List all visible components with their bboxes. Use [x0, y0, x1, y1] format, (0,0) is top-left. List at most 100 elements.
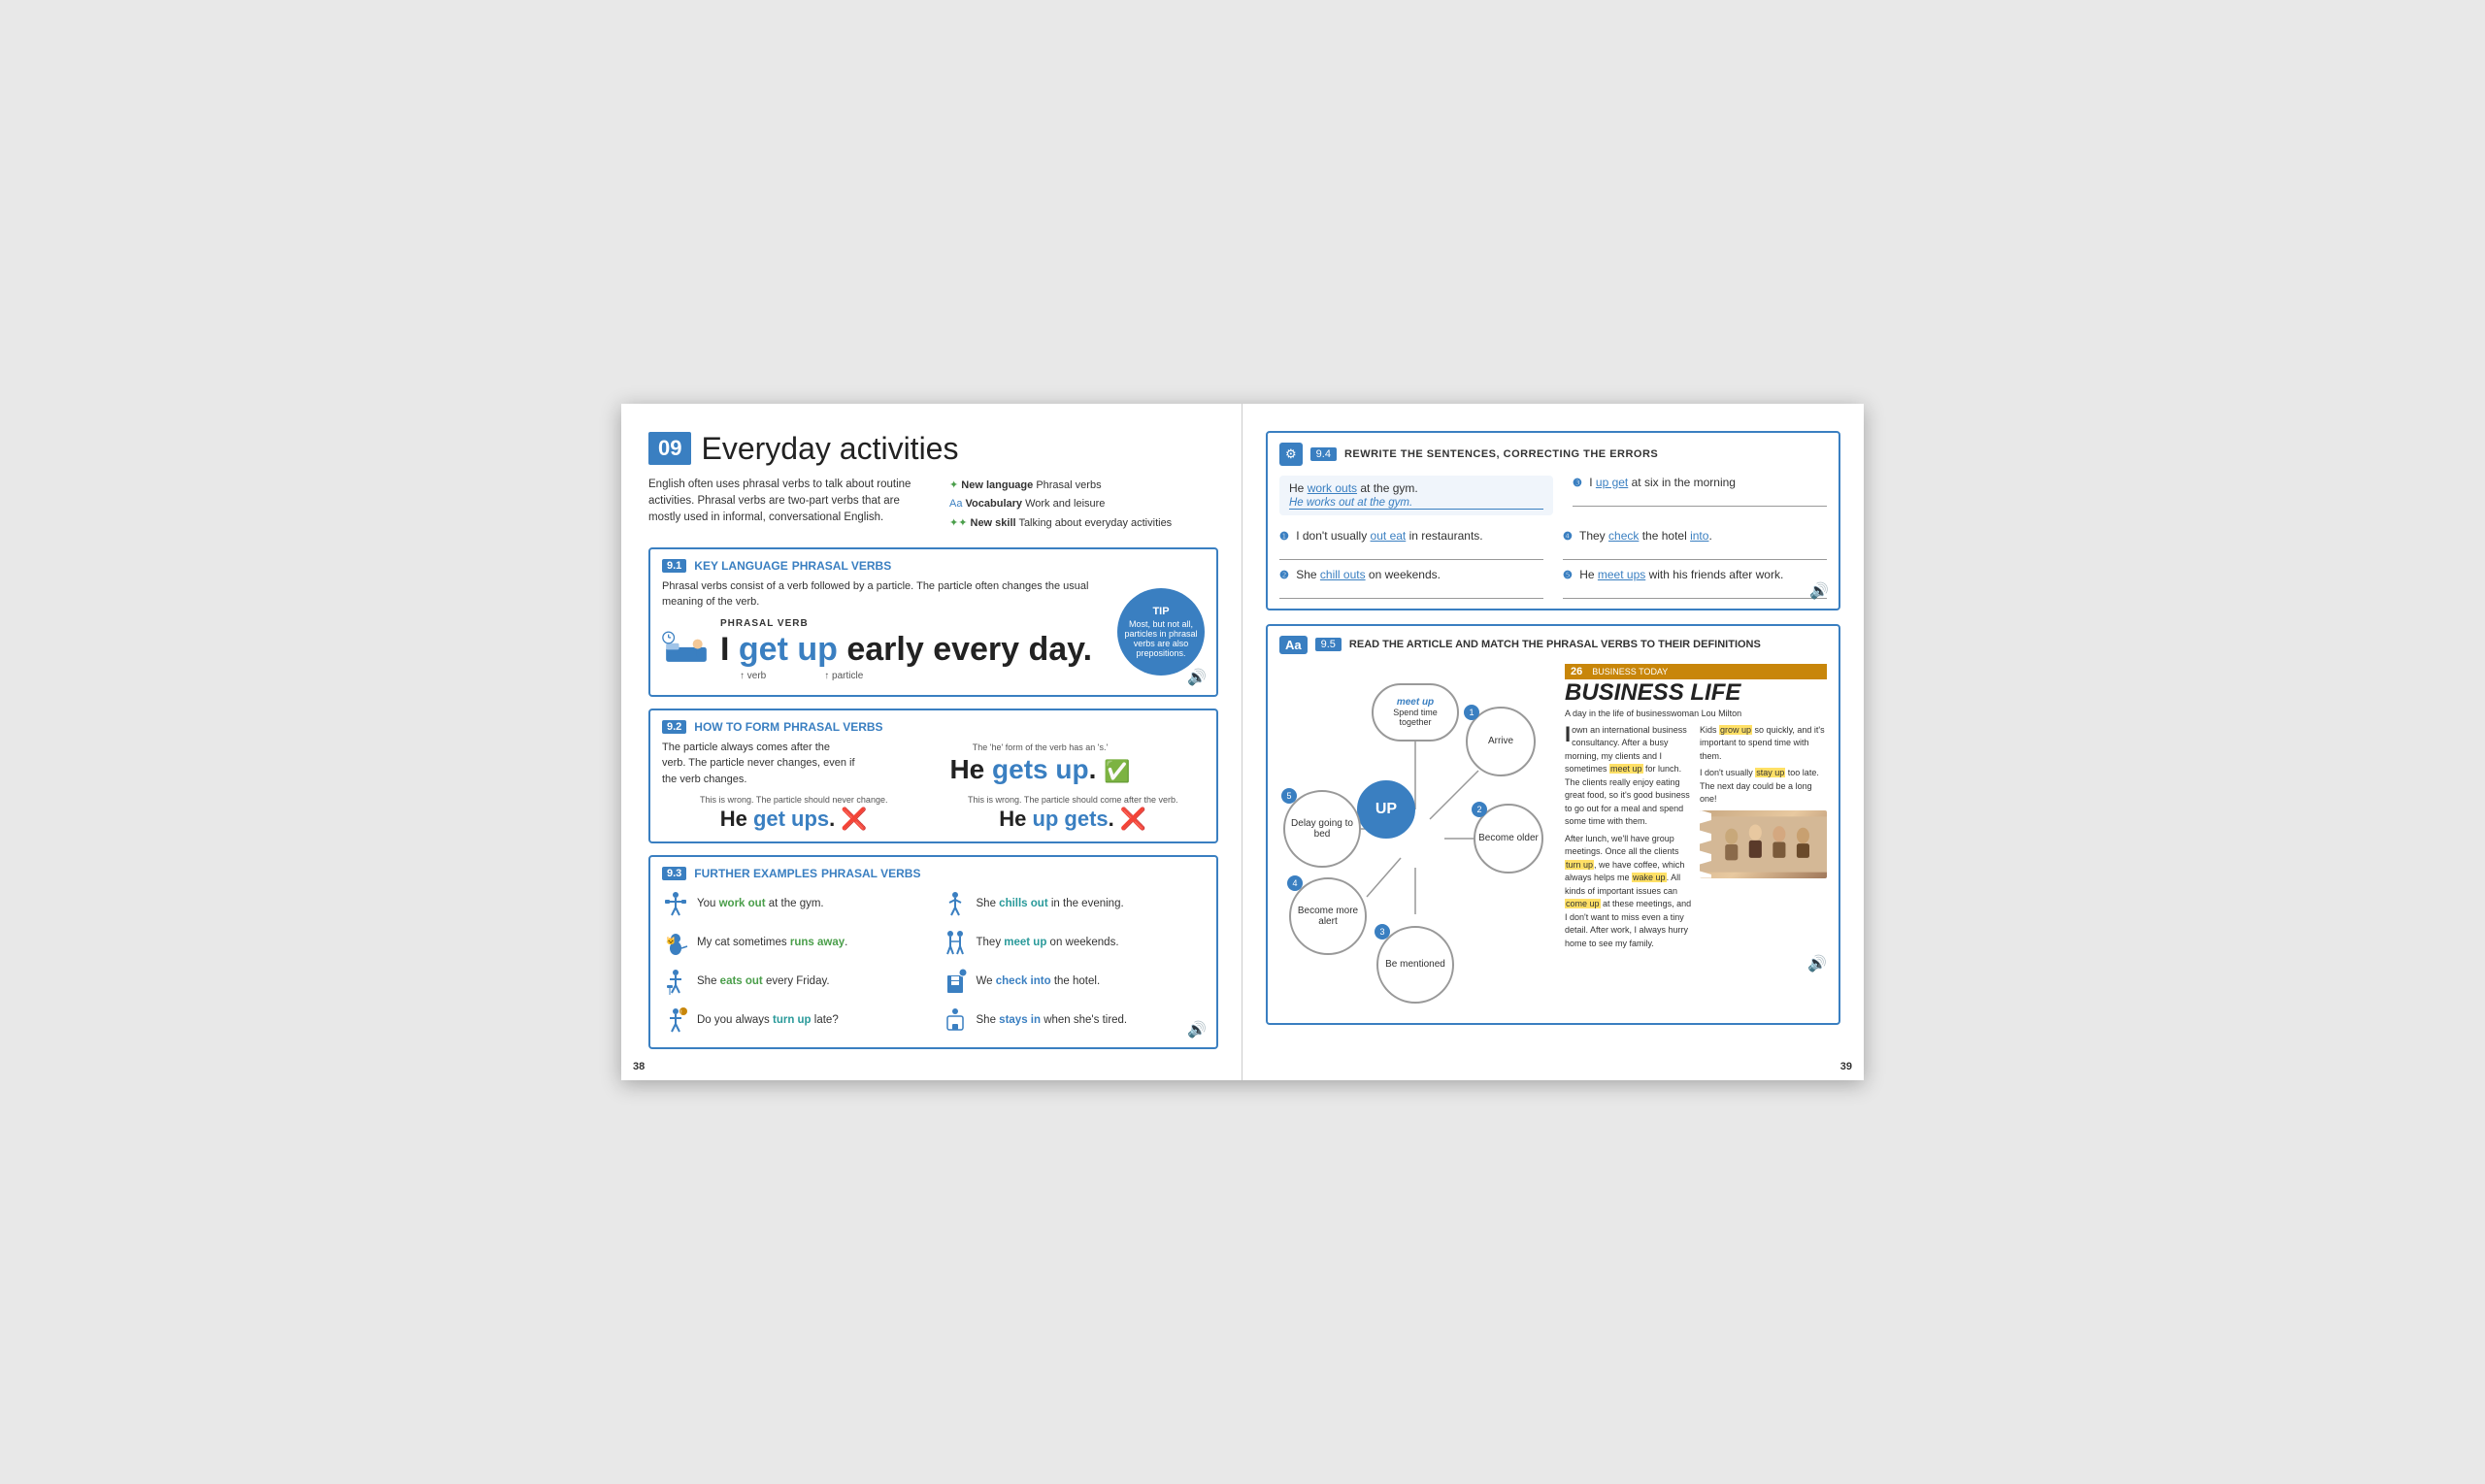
node-2-num: 2	[1472, 802, 1487, 817]
gear-icon: ⚙	[1279, 443, 1303, 466]
article-col2-text: Kids grow up so quickly, and it's import…	[1700, 724, 1827, 764]
s92-subheading: PHRASAL VERBS	[783, 720, 882, 734]
wrong1-verb: get ups	[753, 807, 829, 831]
node-3: 3 Be mentioned	[1376, 926, 1454, 1004]
s94-num: 9.4	[1310, 447, 1337, 461]
node-4-label: Become more alert	[1291, 906, 1365, 927]
q4-answer-line[interactable]	[1563, 544, 1827, 560]
s91-main: Phrasal verbs consist of a verb followed…	[662, 578, 1117, 685]
verb-chillsout: chills out	[999, 898, 1047, 909]
q5-answer-line[interactable]	[1563, 583, 1827, 599]
chapter-header: 09 Everyday activities	[648, 431, 1218, 467]
x-icon-2: ❌	[1120, 807, 1146, 831]
s95-num: 9.5	[1315, 638, 1342, 651]
node-2: 2 Become older	[1474, 804, 1543, 874]
node-4-num: 4	[1287, 875, 1303, 891]
vocabulary-value: Work and leisure	[1025, 498, 1105, 510]
node-5-label: Delay going to bed	[1285, 818, 1359, 840]
mind-map-area: UP meet up Spend timetogether 1	[1279, 664, 1551, 1013]
s94-q5: ❺ He meet ups with his friends after wor…	[1563, 568, 1827, 599]
s92-header: 9.2 HOW TO FORM PHRASAL VERBS	[662, 720, 1205, 734]
particle-label: ↑ particle	[824, 671, 863, 681]
tip-title: TIP	[1152, 606, 1169, 617]
wrong2-note: This is wrong. The particle should come …	[942, 795, 1206, 805]
error-q4: check	[1608, 529, 1639, 543]
turnup-highlight: turn up	[1565, 860, 1594, 870]
left-page-number: 38	[633, 1061, 645, 1072]
vocabulary-label: Vocabulary	[966, 498, 1023, 510]
audio-icon-94[interactable]: 🔊	[1809, 581, 1829, 601]
s92-wrong-examples: This is wrong. The particle should never…	[662, 795, 1205, 832]
list-item: They meet up on weekends.	[942, 925, 1206, 960]
svg-text:🐱: 🐱	[666, 937, 676, 945]
verb-staysin: stays in	[999, 1014, 1041, 1026]
s91-diagram: PHRASAL VERB I get up early every day. ↑…	[662, 618, 1117, 681]
article-col1-text-2: After lunch, we'll have group meetings. …	[1565, 833, 1692, 951]
s94-example-row: He work outs at the gym. He works out at…	[1279, 476, 1827, 521]
node-1-label: Arrive	[1488, 736, 1513, 746]
node-5: 5 Delay going to bed	[1283, 790, 1361, 868]
q2-answer-line[interactable]	[1279, 583, 1543, 599]
new-skill-icon: ✦✦	[949, 517, 967, 529]
stayup-highlight: stay up	[1755, 768, 1785, 777]
q3-answer-line[interactable]	[1573, 491, 1827, 507]
s92-desc: The particle always comes after the verb…	[662, 740, 856, 788]
s92-content: The particle always comes after the verb…	[662, 740, 1205, 833]
node-1-num: 1	[1464, 705, 1479, 720]
s91-sentence: I get up early every day.	[720, 631, 1092, 669]
verb-meetup: meet up	[1004, 937, 1046, 948]
article-photo-svg	[1700, 810, 1827, 878]
relax-icon	[942, 890, 969, 917]
wrong1-sentence: He get ups. ❌	[662, 807, 926, 832]
error-q2: chill outs	[1320, 568, 1366, 581]
list-item: She chills out in the evening.	[942, 886, 1206, 921]
new-skill-row: ✦✦ New skill Talking about everyday acti…	[949, 514, 1172, 534]
s94-questions-grid: ❶ I don't usually out eat in restaurants…	[1279, 529, 1827, 599]
s94-example: He work outs at the gym. He works out at…	[1279, 476, 1553, 515]
cat-icon: 🐱	[662, 929, 689, 956]
item-text-7: Do you always turn up late?	[697, 1014, 926, 1026]
mind-map: UP meet up Spend timetogether 1	[1279, 664, 1551, 1013]
new-language-value: Phrasal verbs	[1036, 479, 1101, 491]
list-item: 🐱 My cat sometimes runs away.	[662, 925, 926, 960]
s93-heading: FURTHER EXAMPLES	[694, 867, 817, 880]
comeup-highlight: come up	[1565, 899, 1601, 908]
audio-icon-91[interactable]: 🔊	[1187, 668, 1207, 687]
section-93: 9.3 FURTHER EXAMPLES PHRASAL VERBS	[648, 855, 1218, 1049]
error-q1: out eat	[1371, 529, 1407, 543]
list-item: We check into the hotel.	[942, 964, 1206, 999]
error-words: work outs	[1308, 481, 1357, 495]
s92-correct-sentence: He gets up. ✅	[876, 754, 1205, 785]
verb-label: ↑ verb	[740, 671, 766, 681]
s92-correct-area: The 'he' form of the verb has an 's.' He…	[876, 742, 1205, 785]
node-5-num: 5	[1281, 788, 1297, 804]
wrong2-sentence: He up gets. ❌	[942, 807, 1206, 832]
audio-icon-95[interactable]: 🔊	[1565, 954, 1827, 973]
wrong-example-2: This is wrong. The particle should come …	[942, 795, 1206, 832]
item-text-8: She stays in when she's tired.	[977, 1014, 1206, 1026]
q1-answer-line[interactable]	[1279, 544, 1543, 560]
s92-top: The particle always comes after the verb…	[662, 740, 1205, 788]
tip-text: Most, but not all, particles in phrasal …	[1123, 619, 1199, 658]
s94-example-answer: He works out at the gym.	[1289, 497, 1543, 510]
article-subtitle: A day in the life of businesswoman Lou M…	[1565, 709, 1827, 718]
audio-icon-93[interactable]: 🔊	[1187, 1020, 1207, 1039]
s92-note-correct: The 'he' form of the verb has an 's.'	[876, 742, 1205, 752]
drop-cap: I	[1565, 724, 1571, 745]
wrong-example-1: This is wrong. The particle should never…	[662, 795, 926, 832]
s91-num: 9.1	[662, 559, 686, 573]
item-text-3: My cat sometimes runs away.	[697, 937, 926, 948]
intro-row: English often uses phrasal verbs to talk…	[648, 477, 1218, 534]
item-text-4: They meet up on weekends.	[977, 937, 1206, 948]
article-col1-text: I own an international business consulta…	[1565, 724, 1692, 829]
article-col2-text-2: I don't usually stay up too late. The ne…	[1700, 767, 1827, 807]
s91-phrase-area: PHRASAL VERB I get up early every day. ↑…	[720, 618, 1092, 681]
s94-example-sentence: He work outs at the gym.	[1289, 481, 1543, 495]
error-q5: meet ups	[1598, 568, 1645, 581]
s91-heading: KEY LANGUAGE	[694, 559, 787, 573]
s95-header: Aa 9.5 READ THE ARTICLE AND MATCH THE PH…	[1279, 636, 1827, 654]
staysin-icon	[942, 1006, 969, 1034]
s94-q4: ❹ They check the hotel into.	[1563, 529, 1827, 560]
s93-subheading: PHRASAL VERBS	[821, 867, 920, 880]
right-page-number: 39	[1840, 1061, 1852, 1072]
